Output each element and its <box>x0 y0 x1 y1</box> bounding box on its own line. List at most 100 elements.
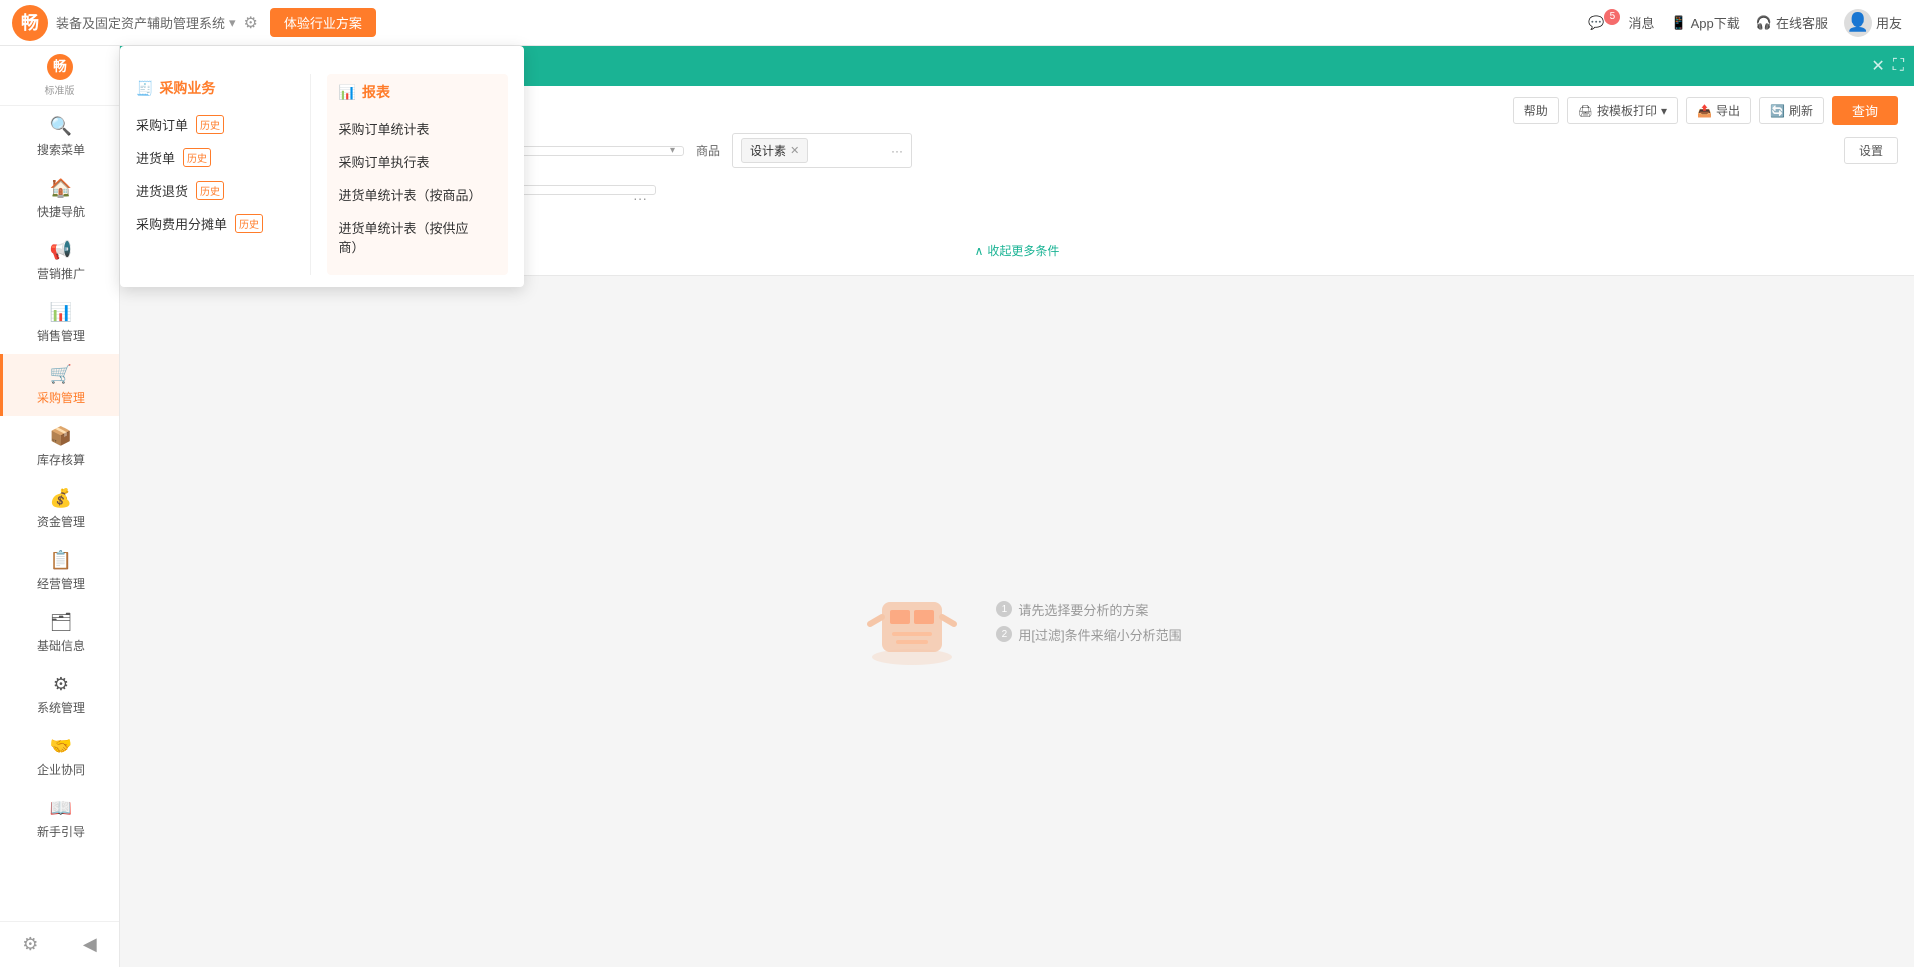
cart-icon: 🛒 <box>50 364 72 385</box>
megaphone-icon: 📢 <box>50 240 72 261</box>
box-icon: 📦 <box>50 426 72 447</box>
sidebar-item-marketing[interactable]: 📢 营销推广 <box>0 230 119 292</box>
sidebar-item-inventory[interactable]: 📦 库存核算 <box>0 416 119 478</box>
book-icon: 📖 <box>50 798 72 819</box>
dropdown-menu: 🧾 采购业务 采购订单 历史 进货单 历史 进货退货 历史 采购费用分摊单 <box>120 46 524 287</box>
dropdown-item-report-3[interactable]: 进货单统计表（按供应商） <box>339 211 497 263</box>
empty-svg <box>852 572 972 672</box>
print-dropdown-icon[interactable]: ▾ <box>1661 104 1667 118</box>
collapse-sidebar-icon[interactable]: ◀ <box>83 934 97 955</box>
report-3-label: 进货单统计表（按供应商） <box>339 218 481 256</box>
sidebar-item-enterprise[interactable]: 🤝 企业协同 <box>0 726 119 788</box>
help-btn[interactable]: 帮助 <box>1513 97 1559 124</box>
messages-item[interactable]: 💬 5 消息 <box>1588 13 1654 32</box>
app-download-item[interactable]: 📱 App下载 <box>1670 13 1739 32</box>
sidebar: 畅 标准版 🔍 搜索菜单 🏠 快捷导航 📢 营销推广 📊 销售管理 <box>0 46 120 967</box>
empty-tip-2-text: 用[过滤]条件来缩小分析范围 <box>1018 625 1181 644</box>
purchase-return-label: 进货退货 <box>136 181 188 200</box>
dropdown-report-title: 📊 报表 <box>339 78 497 102</box>
handshake-icon: 🤝 <box>50 736 72 757</box>
online-service-item[interactable]: 🎧 在线客服 <box>1756 13 1828 32</box>
dropdown-report-col: 📊 报表 采购订单统计表 采购订单执行表 进货单统计表（按商品） 进货单统计表（… <box>327 74 509 275</box>
logo-edition-label: 标准版 <box>45 82 75 97</box>
sidebar-item-search[interactable]: 🔍 搜索菜单 <box>0 106 119 168</box>
purchase-title-icon: 🧾 <box>136 80 153 97</box>
dropdown-item-purchase-return[interactable]: 进货退货 历史 <box>136 174 294 207</box>
sidebar-item-label: 新手引导 <box>37 823 85 840</box>
sidebar-item-label: 销售管理 <box>37 327 85 344</box>
sidebar-logo-icon: 畅 <box>41 54 79 80</box>
sidebar-item-label: 基础信息 <box>37 637 85 654</box>
sidebar-item-label: 经营管理 <box>37 575 85 592</box>
goods-select[interactable]: 设计素 ✕ ··· <box>732 133 912 168</box>
sidebar-item-label: 资金管理 <box>37 513 85 530</box>
dropdown-item-purchase-order[interactable]: 采购订单 历史 <box>136 108 294 141</box>
chart-icon: 📊 <box>50 302 72 323</box>
user-item[interactable]: 👤 用友 <box>1844 9 1902 37</box>
dropdown-item-report-0[interactable]: 采购订单统计表 <box>339 112 497 145</box>
export-btn[interactable]: 📤 导出 <box>1686 97 1751 124</box>
dropdown-item-purchase-receipt[interactable]: 进货单 历史 <box>136 141 294 174</box>
sidebar-item-guide[interactable]: 📖 新手引导 <box>0 788 119 850</box>
top-bar: 畅 装备及固定资产辅助管理系统 ▾ ⚙ 体验行业方案 💬 5 消息 📱 App下… <box>0 0 1914 46</box>
dropdown-item-report-1[interactable]: 采购订单执行表 <box>339 145 497 178</box>
phone-icon: 📱 <box>1670 15 1686 31</box>
report-title-icon: 📊 <box>339 84 356 101</box>
bottom-settings-icon[interactable]: ⚙ <box>22 934 38 955</box>
dropdown-item-report-2[interactable]: 进货单统计表（按商品） <box>339 178 497 211</box>
goods-tag-close[interactable]: ✕ <box>790 144 799 157</box>
tab-fullscreen-icon[interactable]: ⛶ <box>1893 57 1904 75</box>
goods-tag: 设计素 ✕ <box>741 138 808 163</box>
refresh-btn[interactable]: 🔄 刷新 <box>1759 97 1824 124</box>
sidebar-item-system[interactable]: ⚙ 系统管理 <box>0 664 119 726</box>
svg-text:畅: 畅 <box>53 58 67 74</box>
industry-btn[interactable]: 体验行业方案 <box>270 8 376 37</box>
tab-close-all-icon[interactable]: ✕ <box>1871 56 1884 76</box>
sidebar-item-label: 营销推广 <box>37 265 85 282</box>
app-logo: 畅 <box>12 5 48 41</box>
print-btn[interactable]: 🖨 按模板打印 ▾ <box>1567 97 1678 124</box>
history-badge-0: 历史 <box>196 115 224 134</box>
purchase-title-text: 采购业务 <box>159 78 215 98</box>
sidebar-item-quicknav[interactable]: 🏠 快捷导航 <box>0 168 119 230</box>
sidebar-item-finance[interactable]: 💰 资金管理 <box>0 478 119 540</box>
settings-icon[interactable]: ⚙ <box>244 13 258 33</box>
sidebar-item-label: 企业协同 <box>37 761 85 778</box>
empty-illustration <box>852 572 972 672</box>
empty-dot-2: 2 <box>996 626 1012 642</box>
sidebar-item-basic[interactable]: 🗂 基础信息 <box>0 602 119 664</box>
dropdown-divider <box>310 74 311 275</box>
system-title: 装备及固定资产辅助管理系统 <box>56 13 225 32</box>
query-btn[interactable]: 查询 <box>1832 96 1898 125</box>
empty-state: 1 请先选择要分析的方案 2 用[过滤]条件来缩小分析范围 <box>852 572 1181 672</box>
sidebar-item-operations[interactable]: 📋 经营管理 <box>0 540 119 602</box>
folder-icon: 🗂 <box>50 612 73 633</box>
sidebar-item-label: 快捷导航 <box>37 203 85 220</box>
sidebar-item-label: 采购管理 <box>37 389 85 406</box>
empty-dot-1: 1 <box>996 601 1012 617</box>
main-content: 1 请先选择要分析的方案 2 用[过滤]条件来缩小分析范围 <box>120 276 1914 967</box>
refresh-icon: 🔄 <box>1770 104 1785 118</box>
top-bar-right: 💬 5 消息 📱 App下载 🎧 在线客服 👤 用友 <box>1588 9 1902 37</box>
report-0-label: 采购订单统计表 <box>339 119 430 138</box>
headset-icon: 🎧 <box>1756 15 1772 31</box>
tab-bar-end: ✕ ⛶ <box>1871 46 1914 86</box>
sidebar-item-purchase[interactable]: 🛒 采购管理 <box>0 354 119 416</box>
empty-tip-2: 2 用[过滤]条件来缩小分析范围 <box>996 625 1181 644</box>
title-dropdown-icon[interactable]: ▾ <box>229 15 236 31</box>
history-badge-1: 历史 <box>183 148 211 167</box>
sidebar-item-sales[interactable]: 📊 销售管理 <box>0 292 119 354</box>
query-actions: 设置 <box>1844 137 1898 164</box>
messages-badge: 5 <box>1604 9 1620 25</box>
dropdown-purchase-items: 采购订单 历史 进货单 历史 进货退货 历史 采购费用分摊单 历史 <box>136 108 294 240</box>
dropdown-purchase-col: 🧾 采购业务 采购订单 历史 进货单 历史 进货退货 历史 采购费用分摊单 <box>136 74 294 275</box>
export-icon: 📤 <box>1697 104 1712 118</box>
collapse-up-icon: ∧ <box>975 244 984 258</box>
salesperson-dots[interactable]: ··· <box>633 190 647 206</box>
dropdown-item-purchase-expense[interactable]: 采购费用分摊单 历史 <box>136 207 294 240</box>
top-bar-left: 畅 装备及固定资产辅助管理系统 ▾ ⚙ 体验行业方案 <box>12 5 1588 41</box>
report-title-text: 报表 <box>362 82 390 102</box>
setting-btn[interactable]: 设置 <box>1844 137 1898 164</box>
goods-dots-icon[interactable]: ··· <box>891 144 903 158</box>
history-badge-3: 历史 <box>235 214 263 233</box>
